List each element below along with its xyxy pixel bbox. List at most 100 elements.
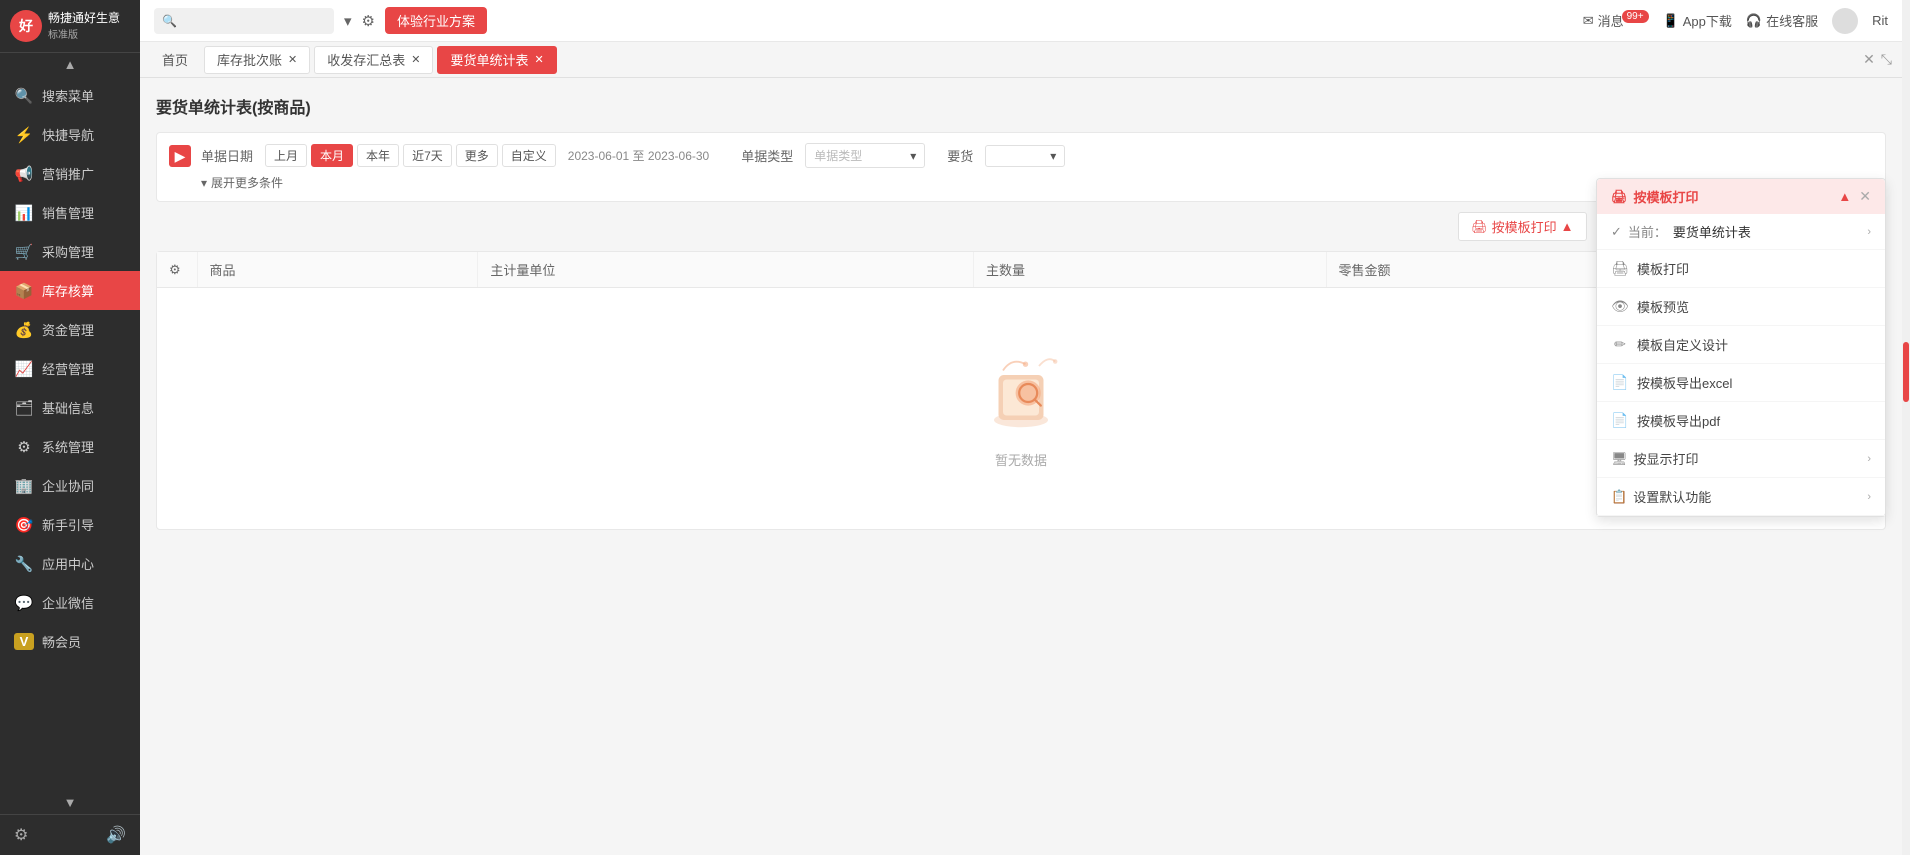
sidebar-item-label: 经营管理 [42,359,94,378]
tab-label: 库存批次账 [217,50,282,69]
gear-icon: ⚙ [14,438,34,456]
app-download-btn[interactable]: 📱 App下载 [1663,11,1732,30]
tab-collect-summary[interactable]: 收发存汇总表 ✕ [314,46,433,74]
chart-icon: 📊 [14,204,34,222]
sidebar-item-label: 企业协同 [42,476,94,495]
sidebar-item-member[interactable]: V 畅会员 [0,622,140,661]
topbar: 🔍 ▾ ⚙ 体验行业方案 ✉ 消息 99+ 📱 App下载 🎧 在线客服 Rit [140,0,1902,42]
sidebar-item-inventory[interactable]: 📦 库存核算 [0,271,140,310]
chat-icon: 💬 [14,594,34,612]
date-btn-more[interactable]: 更多 [456,144,498,167]
settings-icon[interactable]: ⚙ [14,825,28,845]
app-name: 畅捷通好生意 [48,11,120,27]
sidebar-item-label: 企业微信 [42,593,94,612]
order-type-value: 单据类型 [814,147,862,164]
dropdown-item-template-print[interactable]: 🖨 模板打印 [1597,250,1885,288]
sidebar-item-label: 基础信息 [42,398,94,417]
sidebar-item-appstore[interactable]: 🔧 应用中心 [0,544,140,583]
tab-label: 收发存汇总表 [327,50,405,69]
online-service-btn[interactable]: 🎧 在线客服 [1746,11,1818,30]
sidebar-item-newbie[interactable]: 🎯 新手引导 [0,505,140,544]
avatar[interactable] [1832,8,1858,34]
date-btn-custom[interactable]: 自定义 [502,144,556,167]
filter-expand-btn[interactable]: ▶ [169,145,191,167]
tab-close-icon[interactable]: ✕ [535,53,544,66]
order-channel-select[interactable]: ▾ [985,145,1065,167]
topbar-dropdown-icon[interactable]: ▾ [344,12,352,30]
audio-icon[interactable]: 🔊 [106,825,126,845]
sidebar-item-purchase[interactable]: 🛒 采购管理 [0,232,140,271]
sidebar-item-search[interactable]: 🔍 搜索菜单 [0,76,140,115]
sidebar-item-shortcut[interactable]: ⚡ 快捷导航 [0,115,140,154]
tab-close-all-icon[interactable]: ✕ [1863,51,1875,68]
empty-text: 暂无数据 [995,450,1047,469]
sidebar-scroll-down[interactable]: ▼ [0,791,140,814]
order-type-label: 单据类型 [741,146,793,165]
tab-order-summary[interactable]: 要货单统计表 ✕ [437,46,556,74]
sidebar-item-sales[interactable]: 📊 销售管理 [0,193,140,232]
sidebar-item-label: 畅会员 [42,632,81,651]
right-scrollbar[interactable] [1902,0,1910,855]
sidebar-item-label: 采购管理 [42,242,94,261]
tab-home[interactable]: 首页 [150,46,200,74]
username: Rit [1872,13,1888,28]
chevron-right-icon: › [1867,226,1871,238]
sidebar-item-label: 搜索菜单 [42,86,94,105]
folder-icon: 🗂 [14,399,34,417]
print-template-btn[interactable]: 🖨 按模板打印 ▲ [1458,212,1586,241]
money-icon: 💰 [14,321,34,339]
print-dropdown-panel: 🖨 按模板打印 ▲ ✕ ✓ 当前： 要货单统计表 › [1596,178,1886,517]
mobile-icon: 📱 [1663,13,1679,29]
sidebar: 好 畅捷通好生意 标准版 ▲ 🔍 搜索菜单 ⚡ 快捷导航 📢 营销推广 📊 销售… [0,0,140,855]
sidebar-item-marketing[interactable]: 📢 营销推广 [0,154,140,193]
default-icon: 📋 [1611,489,1627,505]
trial-btn[interactable]: 体验行业方案 [385,7,487,34]
printer-item-icon: 🖨 [1611,260,1629,277]
messages-badge: 99+ [1622,10,1649,23]
tab-expand-icon[interactable]: ⤡ [1881,51,1892,68]
topbar-search-box[interactable]: 🔍 [154,8,334,34]
chevron-down-icon: ▾ [1050,149,1056,163]
date-btn-this-month[interactable]: 本月 [311,144,353,167]
box-icon: 📦 [14,282,34,300]
sidebar-item-enterprise[interactable]: 🏢 企业协同 [0,466,140,505]
empty-illustration [976,348,1066,438]
tab-inventory-batch[interactable]: 库存批次账 ✕ [204,46,310,74]
vip-icon: V [14,633,34,650]
tab-close-icon[interactable]: ✕ [411,53,420,66]
th-product: 商品 [197,252,478,288]
date-btn-7days[interactable]: 近7天 [403,144,452,167]
pdf-item-icon: 📄 [1611,412,1629,429]
tab-close-icon[interactable]: ✕ [288,53,297,66]
chevron-right-icon: › [1867,491,1871,503]
dropdown-close-btn[interactable]: ✕ [1859,188,1871,205]
th-quantity: 主数量 [974,252,1326,288]
app-logo-icon: 好 [10,10,42,42]
sidebar-item-finance[interactable]: 💰 资金管理 [0,310,140,349]
date-btn-last-month[interactable]: 上月 [265,144,307,167]
sidebar-item-label: 新手引导 [42,515,94,534]
sidebar-item-wxbiz[interactable]: 💬 企业微信 [0,583,140,622]
topbar-settings-icon[interactable]: ⚙ [362,12,375,30]
date-btn-this-year[interactable]: 本年 [357,144,399,167]
app-version: 标准版 [48,26,120,41]
dropdown-section-set-default[interactable]: 📋 设置默认功能 › [1597,478,1885,516]
order-type-select[interactable]: 单据类型 ▾ [805,143,925,168]
th-gear[interactable]: ⚙ [157,252,197,288]
sidebar-item-basic[interactable]: 🗂 基础信息 [0,388,140,427]
dropdown-item-template-pdf[interactable]: 📄 按模板导出pdf [1597,402,1885,440]
tabs-bar: 首页 库存批次账 ✕ 收发存汇总表 ✕ 要货单统计表 ✕ ✕ ⤡ [140,42,1902,78]
dropdown-item-template-preview[interactable]: 👁 模板预览 [1597,288,1885,326]
chevron-right-icon: › [1867,453,1871,465]
sidebar-item-operation[interactable]: 📈 经营管理 [0,349,140,388]
filter-row-1: 单据日期 上月 本月 本年 近7天 更多 自定义 2023-06-01 至 20… [201,143,1873,168]
trending-icon: 📈 [14,360,34,378]
gear-icon: ⚙ [169,262,181,277]
messages-btn[interactable]: ✉ 消息 99+ [1583,11,1649,30]
dropdown-section-display-print[interactable]: 🖥 按显示打印 › [1597,440,1885,478]
sidebar-scroll-up[interactable]: ▲ [0,53,140,76]
dropdown-item-template-excel[interactable]: 📄 按模板导出excel [1597,364,1885,402]
sidebar-item-system[interactable]: ⚙ 系统管理 [0,427,140,466]
dropdown-item-template-design[interactable]: ✏ 模板自定义设计 [1597,326,1885,364]
sidebar-item-label: 快捷导航 [42,125,94,144]
